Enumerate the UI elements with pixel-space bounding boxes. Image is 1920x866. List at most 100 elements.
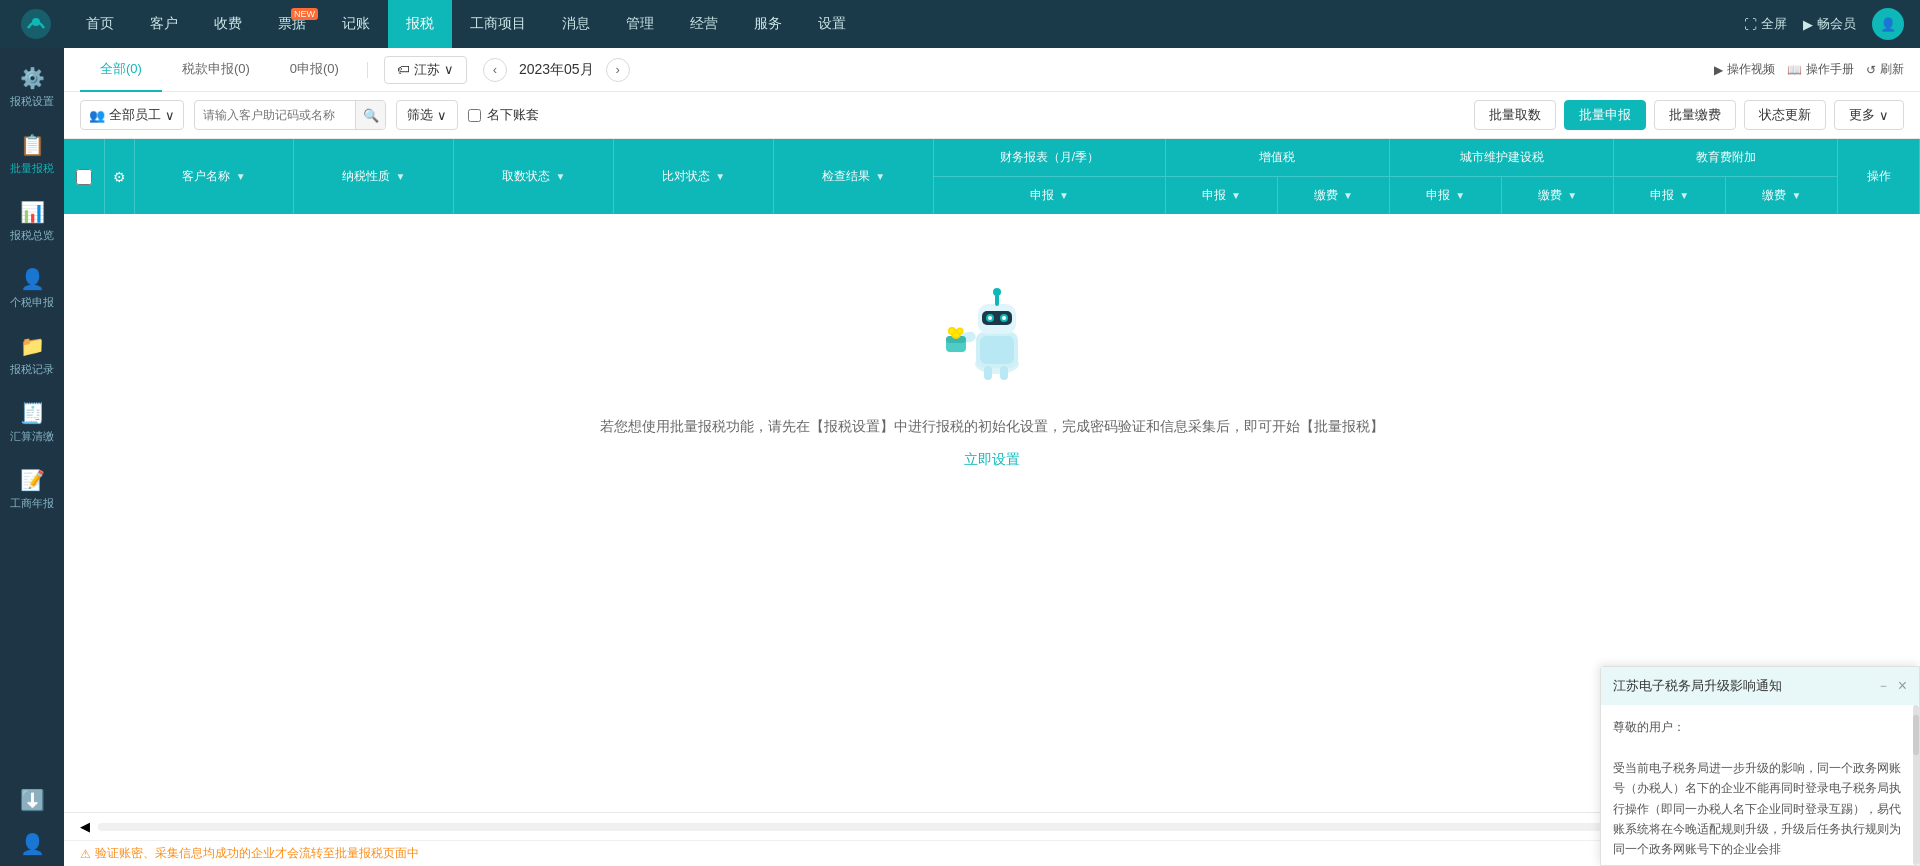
sidebar-item-tax-overview[interactable]: 📊 报税总览 <box>0 190 64 253</box>
nav-item-message[interactable]: 消息 <box>544 0 608 48</box>
table-header-gear[interactable]: ⚙ <box>104 139 134 214</box>
search-box[interactable]: 🔍 <box>194 100 386 130</box>
new-badge: NEW <box>291 8 318 20</box>
svg-point-21 <box>958 329 962 333</box>
nav-item-tax[interactable]: 报税 <box>388 0 452 48</box>
nav-item-service[interactable]: 服务 <box>736 0 800 48</box>
download-icon: ⬇️ <box>20 788 45 812</box>
svg-rect-22 <box>984 366 992 380</box>
sidebar-item-personal-tax[interactable]: 👤 个税申报 <box>0 257 64 320</box>
notification-body: 尊敬的用户： 受当前电子税务局进一步升级的影响，同一个政务网账号（办税人）名下的… <box>1601 705 1919 865</box>
table-subheader-city-declare: 申报 ▼ <box>1389 177 1501 215</box>
empty-text: 若您想使用批量报税功能，请先在【报税设置】中进行报税的初始化设置，完成密码验证和… <box>600 414 1384 439</box>
manual-icon: 📖 <box>1787 63 1802 77</box>
month-display: 2023年05月 <box>519 61 594 79</box>
svg-point-19 <box>949 329 954 334</box>
chevron-down-icon: ∨ <box>165 108 175 123</box>
filter-chevron-icon: ∨ <box>437 108 447 123</box>
tab-all[interactable]: 全部(0) <box>80 48 162 92</box>
video-icon: ▶ <box>1714 63 1723 77</box>
notification-minimize[interactable]: － <box>1877 677 1890 695</box>
tabs-row: 全部(0) 税款申报(0) 0申报(0) 🏷 江苏 ∨ ‹ 2023年05月 › <box>64 48 1920 92</box>
operation-video-button[interactable]: ▶ 操作视频 <box>1714 61 1775 78</box>
svg-point-12 <box>993 288 1001 296</box>
svg-point-10 <box>1002 316 1006 320</box>
table-subheader-financial-declare: 申报 ▼ <box>933 177 1165 215</box>
fullscreen-button[interactable]: ⛶ 全屏 <box>1744 15 1787 33</box>
month-prev-button[interactable]: ‹ <box>483 58 507 82</box>
tax-overview-icon: 📊 <box>20 200 45 224</box>
notification-close[interactable]: × <box>1898 677 1907 695</box>
table-header-education-tax: 教育费附加 <box>1614 139 1838 177</box>
tab-tax-declare[interactable]: 税款申报(0) <box>162 48 270 92</box>
sidebar-item-download[interactable]: ⬇️ <box>0 778 64 822</box>
setup-link[interactable]: 立即设置 <box>964 451 1020 469</box>
filter-row: 👥 全部员工 ∨ 🔍 筛选 ∨ 名下账套 批量取数 <box>64 92 1920 139</box>
table-header-compare-status: 比对状态 ▼ <box>614 139 774 214</box>
empty-illustration <box>932 274 1052 394</box>
nav-item-bookkeeping[interactable]: 记账 <box>324 0 388 48</box>
nav-item-business[interactable]: 工商项目 <box>452 0 544 48</box>
select-all-checkbox[interactable] <box>76 169 92 185</box>
table-header-actions: 操作 <box>1838 139 1920 214</box>
batch-declare-button[interactable]: 批量申报 <box>1564 100 1646 130</box>
svg-rect-23 <box>1000 366 1008 380</box>
empty-state: 若您想使用批量报税功能，请先在【报税设置】中进行报税的初始化设置，完成密码验证和… <box>64 214 1920 529</box>
notification-header: 江苏电子税务局升级影响通知 － × <box>1601 667 1919 705</box>
notification-title: 江苏电子税务局升级影响通知 <box>1613 677 1782 695</box>
svg-rect-4 <box>980 336 1014 364</box>
table-header-name: 客户名称 ▼ <box>134 139 294 214</box>
nav-item-manage[interactable]: 管理 <box>608 0 672 48</box>
batch-tax-icon: 📋 <box>20 133 45 157</box>
refresh-button[interactable]: ↺ 刷新 <box>1866 61 1904 78</box>
notification-panel: 江苏电子税务局升级影响通知 － × 尊敬的用户： 受当前电子税务局进一步升级的影… <box>1600 666 1920 866</box>
table-header-city-tax: 城市维护建设税 <box>1389 139 1613 177</box>
warning-icon: ⚠ <box>80 847 91 861</box>
nav-item-settings[interactable]: 设置 <box>800 0 864 48</box>
employee-selector[interactable]: 👥 全部员工 ∨ <box>80 100 184 130</box>
member-button[interactable]: ▶ 畅会员 <box>1803 15 1856 33</box>
batch-fetch-button[interactable]: 批量取数 <box>1474 100 1556 130</box>
setting-icon: 👤 <box>20 832 45 856</box>
tab-zero-declare[interactable]: 0申报(0) <box>270 48 359 92</box>
sidebar-item-settlement[interactable]: 🧾 汇算清缴 <box>0 391 64 454</box>
status-update-button[interactable]: 状态更新 <box>1744 100 1826 130</box>
refresh-icon: ↺ <box>1866 63 1876 77</box>
more-chevron-icon: ∨ <box>1879 108 1889 123</box>
top-nav: 首页 客户 收费 票据 NEW 记账 报税 工商项目 消息 管理 经营 服务 设… <box>0 0 1920 48</box>
month-next-button[interactable]: › <box>606 58 630 82</box>
avatar[interactable]: 👤 <box>1872 8 1904 40</box>
nav-item-operation[interactable]: 经营 <box>672 0 736 48</box>
operation-manual-button[interactable]: 📖 操作手册 <box>1787 61 1854 78</box>
region-selector[interactable]: 🏷 江苏 ∨ <box>384 56 467 84</box>
filter-button[interactable]: 筛选 ∨ <box>396 100 458 130</box>
tax-settings-icon: ⚙️ <box>20 66 45 90</box>
more-button[interactable]: 更多 ∨ <box>1834 100 1904 130</box>
table-subheader-vat-declare: 申报 ▼ <box>1165 177 1277 215</box>
sidebar-item-setting[interactable]: 👤 <box>0 822 64 866</box>
sidebar: ⚙️ 报税设置 📋 批量报税 📊 报税总览 👤 个税申报 📁 报税记录 🧾 汇算… <box>0 48 64 866</box>
nav-item-home[interactable]: 首页 <box>68 0 132 48</box>
table-header-check-result: 检查结果 ▼ <box>774 139 934 214</box>
nav-item-ticket[interactable]: 票据 NEW <box>260 0 324 48</box>
table-header-tax-type: 纳税性质 ▼ <box>294 139 454 214</box>
nav-item-fee[interactable]: 收费 <box>196 0 260 48</box>
table-header-checkbox <box>64 139 104 214</box>
table-subheader-city-pay: 缴费 ▼ <box>1502 177 1614 215</box>
table-subheader-edu-pay: 缴费 ▼ <box>1726 177 1838 215</box>
data-table: ⚙ 客户名称 ▼ 纳税性质 ▼ 取数状态 ▼ 比对状态 ▼ 检查结果 ▼ 财务报… <box>64 139 1920 529</box>
search-button[interactable]: 🔍 <box>355 100 385 130</box>
batch-pay-button[interactable]: 批量缴费 <box>1654 100 1736 130</box>
search-input[interactable] <box>195 108 355 122</box>
sidebar-item-tax-records[interactable]: 📁 报税记录 <box>0 324 64 387</box>
search-icon: 🔍 <box>363 108 379 123</box>
logo[interactable] <box>16 4 56 44</box>
nav-item-customer[interactable]: 客户 <box>132 0 196 48</box>
table-subheader-edu-declare: 申报 ▼ <box>1614 177 1726 215</box>
sidebar-item-tax-settings[interactable]: ⚙️ 报税设置 <box>0 56 64 119</box>
sidebar-item-batch-tax[interactable]: 📋 批量报税 <box>0 123 64 186</box>
sidebar-item-annual-report[interactable]: 📝 工商年报 <box>0 458 64 521</box>
table-header-fetch-status: 取数状态 ▼ <box>454 139 614 214</box>
table-subheader-vat-pay: 缴费 ▼ <box>1277 177 1389 215</box>
checkbox-subaccount[interactable]: 名下账套 <box>468 106 539 124</box>
